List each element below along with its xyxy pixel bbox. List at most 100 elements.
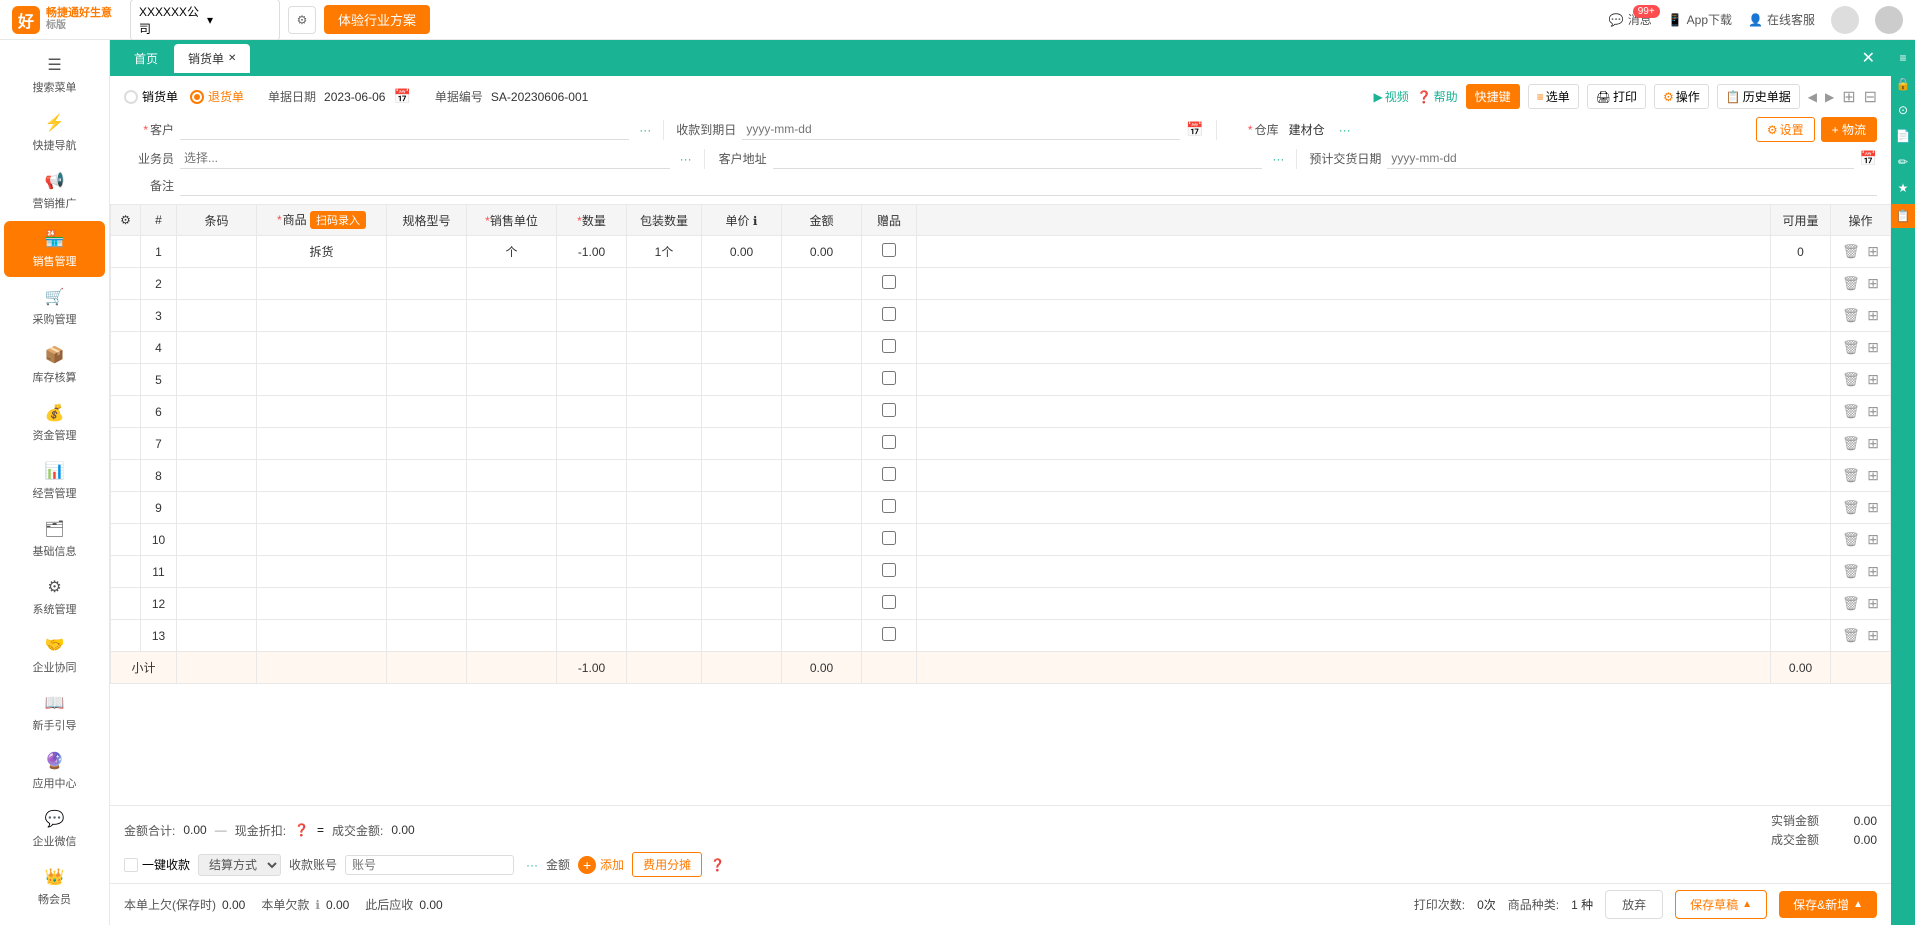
account-input[interactable] <box>345 855 514 875</box>
cell-barcode[interactable] <box>177 428 257 460</box>
rp-btn-4[interactable]: 📄 <box>1893 126 1913 146</box>
sidebar-item-search[interactable]: ☰ 搜索菜单 <box>4 47 105 103</box>
cell-gift[interactable] <box>862 268 917 300</box>
cell-barcode[interactable] <box>177 300 257 332</box>
cell-product[interactable]: 拆货 <box>257 236 387 268</box>
cell-gift[interactable] <box>862 492 917 524</box>
copy-row-btn[interactable]: ⊞ <box>1865 627 1881 644</box>
copy-row-btn[interactable]: ⊞ <box>1865 563 1881 580</box>
operate-btn[interactable]: ⚙ 操作 <box>1654 84 1709 109</box>
experience-btn[interactable]: 体验行业方案 <box>324 5 430 34</box>
tab-sales-order[interactable]: 销货单 ✕ <box>174 44 250 73</box>
cell-amount[interactable] <box>782 396 862 428</box>
delete-row-btn[interactable]: 🗑 <box>1840 627 1862 644</box>
cell-unit[interactable] <box>467 492 557 524</box>
history-btn[interactable]: 📋 历史单据 <box>1717 84 1800 109</box>
cell-gift[interactable] <box>862 396 917 428</box>
copy-row-btn[interactable]: ⊞ <box>1865 339 1881 356</box>
cell-product[interactable] <box>257 556 387 588</box>
shortcut-btn[interactable]: 快捷键 <box>1466 84 1520 109</box>
cell-spec[interactable] <box>387 524 467 556</box>
cell-pkgqty[interactable] <box>627 428 702 460</box>
cell-price[interactable] <box>702 428 782 460</box>
cell-unit[interactable] <box>467 332 557 364</box>
cell-spec[interactable] <box>387 268 467 300</box>
cell-spec[interactable] <box>387 364 467 396</box>
cell-remark[interactable] <box>917 300 1771 332</box>
cell-product[interactable] <box>257 524 387 556</box>
customer-input[interactable] <box>180 119 629 140</box>
cell-amount[interactable] <box>782 556 862 588</box>
sidebar-item-wechat[interactable]: 💬 企业微信 <box>4 801 105 857</box>
cell-amount[interactable] <box>782 492 862 524</box>
cell-product[interactable] <box>257 300 387 332</box>
cell-barcode[interactable] <box>177 364 257 396</box>
rp-btn-5[interactable]: ✏ <box>1893 152 1913 172</box>
cell-pkgqty[interactable] <box>627 524 702 556</box>
cell-spec[interactable] <box>387 588 467 620</box>
cell-price[interactable] <box>702 332 782 364</box>
notes-input[interactable] <box>180 175 1877 196</box>
nav-next-icon[interactable]: ▶ <box>1825 90 1834 104</box>
cell-gift[interactable] <box>862 524 917 556</box>
tab-home[interactable]: 首页 <box>118 44 174 73</box>
cell-remark[interactable] <box>917 364 1771 396</box>
expense-split-btn[interactable]: 费用分摊 <box>632 852 702 877</box>
cell-pkgqty[interactable] <box>627 492 702 524</box>
th-setting[interactable]: ⚙ <box>111 205 141 236</box>
cell-barcode[interactable] <box>177 524 257 556</box>
cell-unit[interactable] <box>467 460 557 492</box>
copy-row-btn[interactable]: ⊞ <box>1865 531 1881 548</box>
cell-spec[interactable] <box>387 428 467 460</box>
cell-product[interactable] <box>257 428 387 460</box>
arrears-info-icon[interactable]: ℹ <box>315 898 320 912</box>
delete-row-btn[interactable]: 🗑 <box>1840 339 1862 356</box>
sidebar-item-basic[interactable]: 🗂 基础信息 <box>4 511 105 567</box>
tab-close-icon[interactable]: ✕ <box>228 53 236 64</box>
delivery-calendar-icon[interactable]: 📅 <box>1860 150 1877 167</box>
cell-spec[interactable] <box>387 300 467 332</box>
cell-remark[interactable] <box>917 428 1771 460</box>
video-link[interactable]: ▶ 视频 <box>1373 88 1408 105</box>
view-grid-icon[interactable]: ⊟ <box>1864 87 1877 107</box>
copy-row-btn[interactable]: ⊞ <box>1865 467 1881 484</box>
tab-close-btn[interactable]: ✕ <box>1854 48 1883 68</box>
cell-pkgqty[interactable] <box>627 396 702 428</box>
cell-qty[interactable] <box>557 460 627 492</box>
save-draft-btn[interactable]: 保存草稿 ▲ <box>1675 890 1767 919</box>
cell-price[interactable] <box>702 620 782 652</box>
cell-remark[interactable] <box>917 588 1771 620</box>
sidebar-item-marketing[interactable]: 📢 营销推广 <box>4 163 105 219</box>
cell-gift[interactable] <box>862 428 917 460</box>
cell-qty[interactable] <box>557 524 627 556</box>
cell-price[interactable] <box>702 364 782 396</box>
cell-barcode[interactable] <box>177 236 257 268</box>
cell-product[interactable] <box>257 332 387 364</box>
delete-row-btn[interactable]: 🗑 <box>1840 499 1862 516</box>
abandon-btn[interactable]: 放弃 <box>1605 890 1663 919</box>
cell-product[interactable] <box>257 492 387 524</box>
nav-prev-icon[interactable]: ◀ <box>1808 90 1817 104</box>
cell-product[interactable] <box>257 460 387 492</box>
rp-btn-6[interactable]: ★ <box>1893 178 1913 198</box>
scan-btn[interactable]: 扫码录入 <box>310 211 366 229</box>
user-avatar[interactable] <box>1831 6 1859 34</box>
cell-pkgqty[interactable] <box>627 268 702 300</box>
cell-spec[interactable] <box>387 620 467 652</box>
cell-product[interactable] <box>257 620 387 652</box>
add-btn[interactable]: + <box>578 856 596 874</box>
sidebar-item-guide[interactable]: 📖 新手引导 <box>4 685 105 741</box>
cell-amount[interactable] <box>782 460 862 492</box>
discount-info-icon[interactable]: ❓ <box>294 823 309 837</box>
cell-qty[interactable] <box>557 332 627 364</box>
copy-row-btn[interactable]: ⊞ <box>1865 371 1881 388</box>
sidebar-item-business[interactable]: 📊 经营管理 <box>4 453 105 509</box>
cell-pkgqty[interactable] <box>627 460 702 492</box>
save-new-btn[interactable]: 保存&新增 ▲ <box>1779 891 1877 918</box>
delete-row-btn[interactable]: 🗑 <box>1840 403 1862 420</box>
cell-remark[interactable] <box>917 460 1771 492</box>
delete-row-btn[interactable]: 🗑 <box>1840 595 1862 612</box>
cell-qty[interactable] <box>557 620 627 652</box>
cell-gift[interactable] <box>862 556 917 588</box>
delete-row-btn[interactable]: 🗑 <box>1840 371 1862 388</box>
